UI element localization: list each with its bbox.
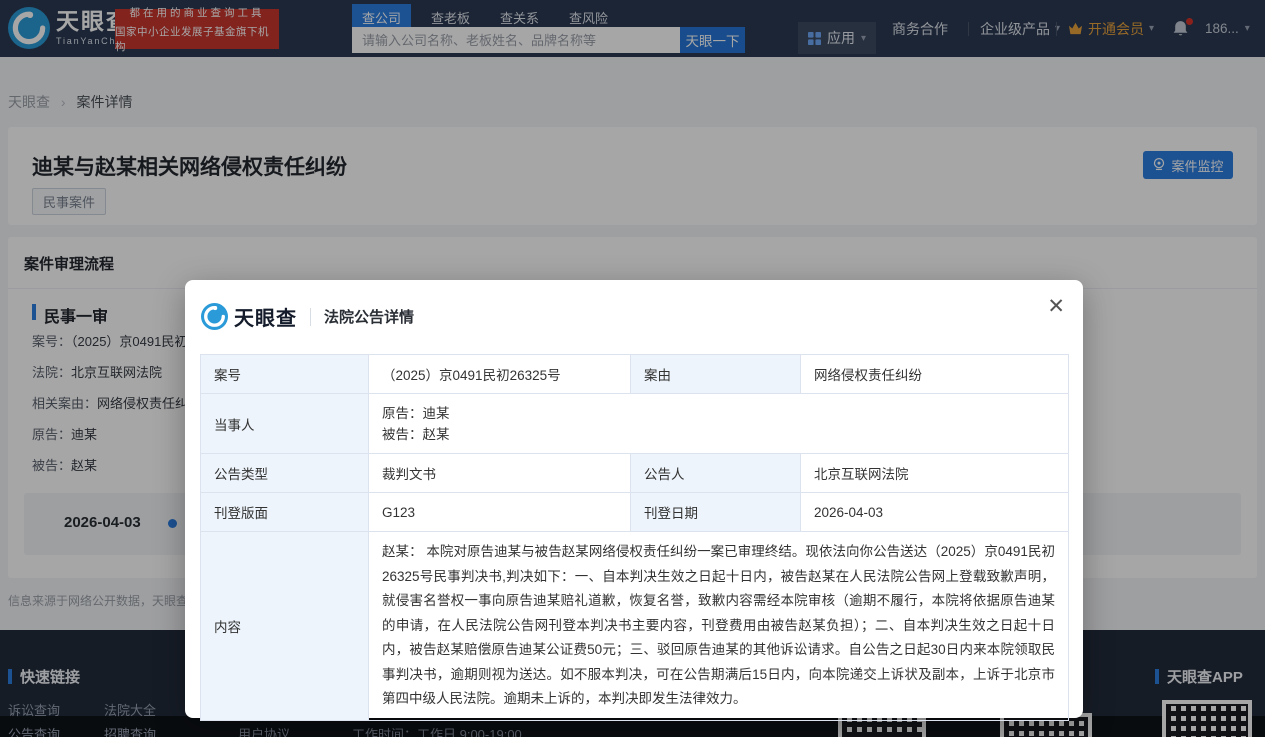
- cell-value: （2025）京0491民初26325号: [369, 355, 631, 394]
- cell-value: G123: [369, 493, 631, 532]
- tianyancha-logo-icon: [201, 303, 228, 330]
- table-row: 刊登版面 G123 刊登日期 2026-04-03: [201, 493, 1069, 532]
- court-announcement-modal: 天眼查 法院公告详情 ✕ 案号 （2025）京0491民初26325号 案由 网…: [185, 280, 1083, 718]
- announcement-content: 赵某： 本院对原告迪某与被告赵某网络侵权责任纠纷一案已审理终结。现依法向你公告送…: [369, 532, 1069, 721]
- modal-brand: 天眼查: [234, 302, 297, 331]
- cell-value: 裁判文书: [369, 454, 631, 493]
- announcement-table: 案号 （2025）京0491民初26325号 案由 网络侵权责任纠纷 当事人 原…: [200, 354, 1069, 721]
- cell-label: 刊登版面: [201, 493, 369, 532]
- cell-value: 2026-04-03: [801, 493, 1069, 532]
- cell-value: 北京互联网法院: [801, 454, 1069, 493]
- modal-header: 天眼查 法院公告详情: [201, 302, 414, 331]
- cell-value: 原告：迪某 被告：赵某: [369, 394, 1069, 454]
- cell-label: 案由: [631, 355, 801, 394]
- table-row: 当事人 原告：迪某 被告：赵某: [201, 394, 1069, 454]
- cell-label: 刊登日期: [631, 493, 801, 532]
- close-icon[interactable]: ✕: [1047, 296, 1065, 317]
- cell-label: 公告人: [631, 454, 801, 493]
- table-row: 案号 （2025）京0491民初26325号 案由 网络侵权责任纠纷: [201, 355, 1069, 394]
- modal-title: 法院公告详情: [324, 306, 414, 327]
- cell-label: 公告类型: [201, 454, 369, 493]
- party-defendant: 被告：赵某: [382, 424, 1055, 445]
- cell-value: 网络侵权责任纠纷: [801, 355, 1069, 394]
- page: 天眼查 TianYanCha.com 都在用的商业查询工具 国家中小企业发展子基…: [0, 0, 1265, 737]
- cell-label: 案号: [201, 355, 369, 394]
- table-row: 内容 赵某： 本院对原告迪某与被告赵某网络侵权责任纠纷一案已审理终结。现依法向你…: [201, 532, 1069, 721]
- cell-label: 当事人: [201, 394, 369, 454]
- modal-title-divider: [310, 308, 311, 326]
- table-row: 公告类型 裁判文书 公告人 北京互联网法院: [201, 454, 1069, 493]
- party-plaintiff: 原告：迪某: [382, 403, 1055, 424]
- cell-label: 内容: [201, 532, 369, 721]
